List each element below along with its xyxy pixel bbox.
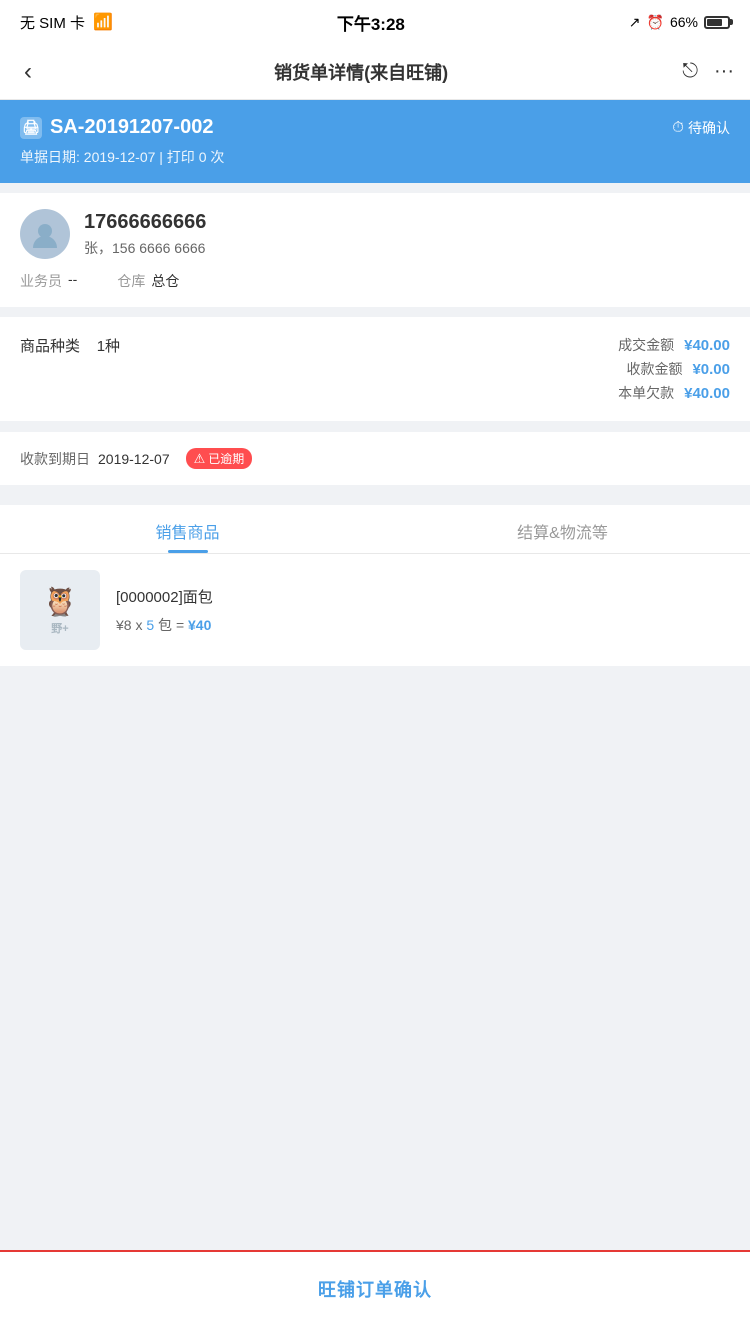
customer-name: 张，156 6666 6666 <box>84 238 730 258</box>
empty-area <box>0 667 750 867</box>
received-label: 收款金额 <box>626 359 682 379</box>
clock-icon: ⏱ <box>672 119 684 136</box>
summary-right: 成交金额 ¥40.00 收款金额 ¥0.00 本单欠款 ¥40.00 <box>618 335 730 403</box>
divider-2 <box>0 421 750 431</box>
avatar <box>20 209 70 259</box>
customer-top: 17666666666 张，156 6666 6666 <box>20 209 730 259</box>
owed-label: 本单欠款 <box>618 383 674 403</box>
back-button[interactable]: ‹ <box>16 50 40 94</box>
more-button[interactable]: ··· <box>714 60 734 83</box>
product-info: [0000002]面包 ¥8 x 5 包 = ¥40 <box>116 586 730 635</box>
order-header: 🖨 SA-20191207-002 ⏱ 待确认 单据日期: 2019-12-07… <box>0 100 750 183</box>
received-amount: ¥0.00 <box>692 361 730 378</box>
product-formula: ¥8 x 5 包 = ¥40 <box>116 615 730 635</box>
product-thumbnail: 🦉 野+ <box>20 570 100 650</box>
status-bar: 无 SIM 卡 📶 下午3:28 ↗ ⏰ 66% <box>0 0 750 44</box>
product-thumb-label: 野+ <box>51 620 68 636</box>
customer-card: 17666666666 张，156 6666 6666 业务员 -- 仓库 总仓 <box>0 193 750 307</box>
product-name: [0000002]面包 <box>116 586 730 607</box>
overdue-badge: ⚠ 已逾期 <box>186 448 253 469</box>
product-thumb-icon: 🦉 <box>43 585 78 618</box>
warning-icon: ⚠ <box>194 451 206 467</box>
overdue-text: 已逾期 <box>208 450 244 467</box>
nav-bar: ‹ 销货单详情(来自旺铺) ⎋ ··· <box>0 44 750 100</box>
multiply-sign: x <box>135 617 146 633</box>
share-button[interactable]: ⎋ <box>682 60 698 83</box>
order-status: ⏱ 待确认 <box>672 118 730 138</box>
nav-actions: ⎋ ··· <box>682 60 734 83</box>
battery-icon <box>704 16 730 29</box>
order-header-top: 🖨 SA-20191207-002 ⏱ 待确认 <box>20 116 730 139</box>
warehouse-field: 仓库 总仓 <box>117 271 179 291</box>
tab-settlement-logistics[interactable]: 结算&物流等 <box>375 505 750 553</box>
tab-sales-products[interactable]: 销售商品 <box>0 505 375 553</box>
summary-grid: 商品种类 1种 成交金额 ¥40.00 收款金额 ¥0.00 本单欠款 ¥40.… <box>20 335 730 403</box>
summary-card: 商品种类 1种 成交金额 ¥40.00 收款金额 ¥0.00 本单欠款 ¥40.… <box>0 317 750 421</box>
bottom-bar: 旺铺订单确认 <box>0 1250 750 1334</box>
alarm-icon: ⏰ <box>647 14 664 31</box>
product-item: 🦉 野+ [0000002]面包 ¥8 x 5 包 = ¥40 <box>0 554 750 667</box>
owed-amount: ¥40.00 <box>684 385 730 402</box>
product-total: ¥40 <box>188 617 211 633</box>
status-time: 下午3:28 <box>337 10 405 35</box>
due-date-card: 收款到期日 2019-12-07 ⚠ 已逾期 <box>0 432 750 485</box>
received-amount-row: 收款金额 ¥0.00 <box>626 359 730 379</box>
carrier-text: 无 SIM 卡 <box>20 12 85 33</box>
order-id: 🖨 SA-20191207-002 <box>20 116 213 139</box>
product-list: 🦉 野+ [0000002]面包 ¥8 x 5 包 = ¥40 <box>0 554 750 667</box>
salesperson-label: 业务员 <box>20 271 62 291</box>
confirm-order-button[interactable]: 旺铺订单确认 <box>20 1264 730 1314</box>
wifi-icon: 📶 <box>93 12 113 32</box>
order-date: 单据日期: 2019-12-07 | 打印 0 次 <box>20 147 730 167</box>
due-date-value: 2019-12-07 <box>98 451 170 467</box>
customer-phone: 17666666666 <box>84 211 730 234</box>
customer-info: 17666666666 张，156 6666 6666 <box>84 211 730 258</box>
warehouse-label: 仓库 <box>117 271 145 291</box>
salesperson-field: 业务员 -- <box>20 271 77 291</box>
unit-text: 包 <box>158 617 172 633</box>
location-icon: ↗ <box>629 14 641 31</box>
transaction-label: 成交金额 <box>618 335 674 355</box>
divider-1 <box>0 307 750 317</box>
quantity-value: 5 <box>146 617 154 633</box>
transaction-amount-row: 成交金额 ¥40.00 <box>618 335 730 355</box>
transaction-amount: ¥40.00 <box>684 337 730 354</box>
equals-sign: = <box>176 617 188 633</box>
tabs: 销售商品 结算&物流等 <box>0 505 750 554</box>
status-left: 无 SIM 卡 📶 <box>20 12 113 33</box>
salesperson-value: -- <box>68 271 77 291</box>
divider-3 <box>0 485 750 495</box>
summary-left: 商品种类 1种 <box>20 335 120 356</box>
due-date-label: 收款到期日 <box>20 449 90 469</box>
owed-amount-row: 本单欠款 ¥40.00 <box>618 383 730 403</box>
goods-types-field: 商品种类 1种 <box>20 335 120 356</box>
customer-meta: 业务员 -- 仓库 总仓 <box>20 271 730 291</box>
battery-text: 66% <box>670 14 698 30</box>
status-right: ↗ ⏰ 66% <box>629 14 730 31</box>
order-icon: 🖨 <box>20 117 42 139</box>
page-title: 销货单详情(来自旺铺) <box>274 59 448 85</box>
warehouse-value: 总仓 <box>151 271 179 291</box>
price-text: ¥8 <box>116 617 132 633</box>
